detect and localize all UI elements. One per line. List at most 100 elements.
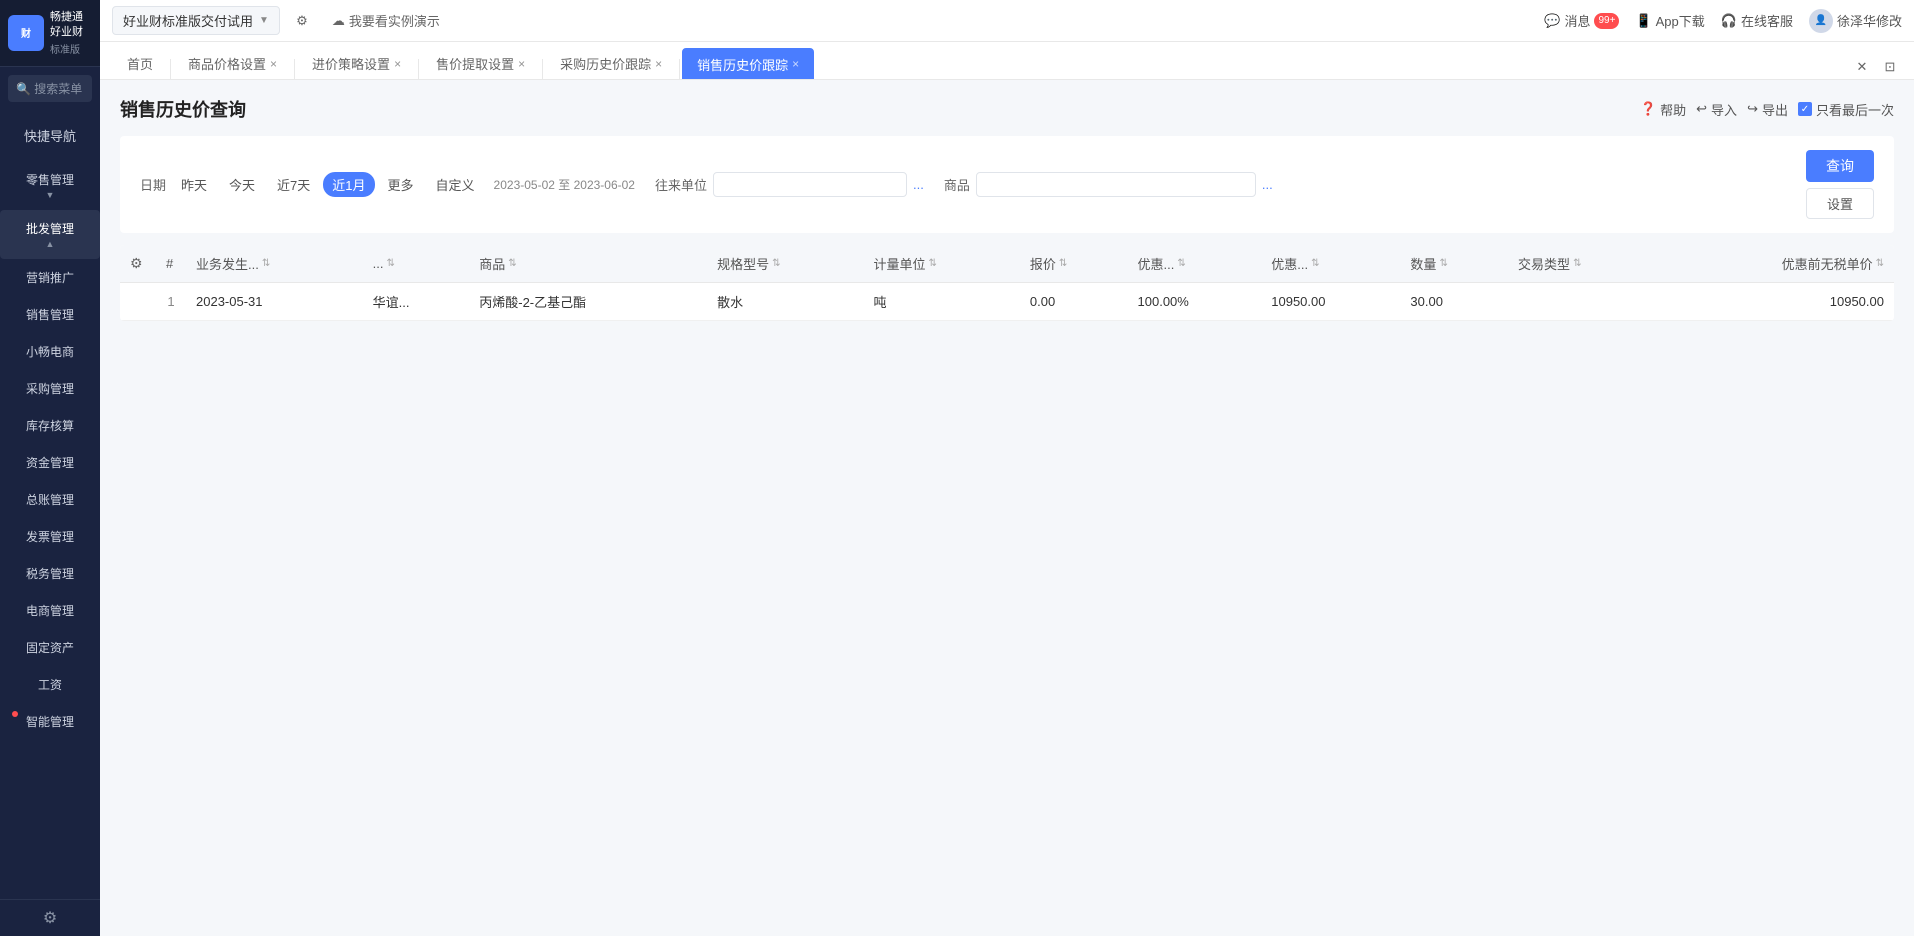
th-spec[interactable]: 规格型号 ⇅: [707, 245, 863, 283]
th-unit[interactable]: 计量单位 ⇅: [864, 245, 1020, 283]
ecommerce-label: 电商管理: [26, 602, 74, 619]
sidebar-item-fixed-assets[interactable]: 固定资产: [0, 629, 100, 666]
tab-purchase-history-close-icon[interactable]: ×: [655, 57, 662, 71]
th-discount-pct-label: 优惠...: [1138, 254, 1175, 273]
only-last-checkbox[interactable]: ✓ 只看最后一次: [1798, 100, 1894, 119]
workspace-selector[interactable]: 好业财标准版交付试用 ▼: [112, 6, 280, 35]
date-opt-today[interactable]: 今天: [220, 172, 264, 197]
th-quantity[interactable]: 数量 ⇅: [1400, 245, 1508, 283]
th-num: #: [156, 245, 186, 283]
topbar: 好业财标准版交付试用 ▼ ⚙ ☁ 我要看实例演示 💬 消息 99+ 📱 App下…: [100, 0, 1914, 42]
tab-separator-2: [294, 59, 295, 79]
sort-icon-pre-tax-price: ⇅: [1876, 258, 1884, 269]
date-opt-last7[interactable]: 近7天: [268, 172, 319, 197]
tab-sales-history[interactable]: 销售历史价跟踪 ×: [682, 48, 814, 80]
tab-purchase-history[interactable]: 采购历史价跟踪 ×: [545, 47, 677, 79]
filter-settings-button[interactable]: 设置: [1806, 188, 1874, 219]
sidebar-settings-button[interactable]: ⚙: [43, 908, 57, 928]
table-settings-icon[interactable]: ⚙: [130, 255, 143, 271]
th-discount-pct[interactable]: 优惠... ⇅: [1128, 245, 1262, 283]
tab-purchase-strategy-close-icon[interactable]: ×: [394, 57, 401, 71]
th-price[interactable]: 报价 ⇅: [1020, 245, 1128, 283]
product-more-button[interactable]: ...: [1262, 177, 1273, 192]
help-icon: ❓: [1640, 101, 1656, 117]
sidebar-item-general-ledger[interactable]: 总账管理: [0, 481, 100, 518]
message-button[interactable]: 💬 消息 99+: [1544, 11, 1619, 30]
th-settings: ⚙: [120, 245, 156, 283]
ecommerce-small-label: 小畅电商: [26, 343, 74, 360]
only-last-label: 只看最后一次: [1816, 100, 1894, 119]
cell-more-cols: 华谊...: [363, 283, 470, 321]
source-unit-more-button[interactable]: ...: [913, 177, 924, 192]
th-discount-val-label: 优惠...: [1271, 254, 1308, 273]
cell-num: 1: [156, 283, 186, 321]
demo-link[interactable]: ☁ 我要看实例演示: [332, 11, 440, 30]
import-button[interactable]: ↩ 导入: [1696, 100, 1737, 119]
sort-icon-discount-val: ⇅: [1311, 258, 1319, 269]
source-unit-input[interactable]: [713, 172, 907, 197]
date-opt-custom[interactable]: 自定义: [427, 172, 484, 197]
tax-label: 税务管理: [26, 565, 74, 582]
date-opt-yesterday[interactable]: 昨天: [172, 172, 216, 197]
app-download-button[interactable]: 📱 App下载: [1635, 11, 1704, 30]
sidebar-item-purchase[interactable]: 采购管理: [0, 370, 100, 407]
th-more-cols[interactable]: ... ⇅: [363, 245, 470, 283]
sidebar-item-retail[interactable]: 零售管理 ▼: [0, 161, 100, 210]
quick-nav-button[interactable]: 快捷导航: [8, 118, 92, 153]
tab-maximize-button[interactable]: ⊡: [1878, 55, 1902, 79]
tab-product-price[interactable]: 商品价格设置 ×: [173, 47, 292, 79]
sort-icon-discount-pct: ⇅: [1177, 258, 1185, 269]
sidebar-item-wholesale[interactable]: 批发管理 ▲: [0, 210, 100, 259]
tab-sale-price-close-icon[interactable]: ×: [518, 57, 525, 71]
sidebar-item-ecommerce-small[interactable]: 小畅电商: [0, 333, 100, 370]
tab-home[interactable]: 首页: [112, 47, 168, 79]
source-unit-label: 往来单位: [655, 175, 707, 194]
topbar-settings-button[interactable]: ⚙: [288, 7, 316, 35]
quick-nav-section: 快捷导航: [0, 110, 100, 161]
date-range-display: 2023-05-02 至 2023-06-02: [494, 176, 635, 193]
sidebar-menu: 零售管理 ▼ 批发管理 ▲ 营销推广 销售管理 小畅电商 采购管理 库存核算 资…: [0, 161, 100, 899]
sidebar-item-marketing[interactable]: 营销推广: [0, 259, 100, 296]
sidebar-item-payroll[interactable]: 工资: [0, 666, 100, 703]
tab-sales-history-label: 销售历史价跟踪: [697, 55, 788, 74]
th-business-date-label: 业务发生...: [196, 254, 259, 273]
sidebar-item-inventory[interactable]: 库存核算: [0, 407, 100, 444]
help-button[interactable]: ❓ 帮助: [1640, 100, 1686, 119]
sidebar-item-sales[interactable]: 销售管理: [0, 296, 100, 333]
date-opt-last1month[interactable]: 近1月: [323, 172, 374, 197]
sidebar-item-invoice[interactable]: 发票管理: [0, 518, 100, 555]
tab-product-price-close-icon[interactable]: ×: [270, 57, 277, 71]
sidebar-item-tax[interactable]: 税务管理: [0, 555, 100, 592]
tab-purchase-strategy[interactable]: 进价策略设置 ×: [297, 47, 416, 79]
date-opt-more[interactable]: 更多: [379, 172, 423, 197]
user-menu-button[interactable]: 👤 徐泽华修改: [1809, 9, 1902, 33]
th-business-date[interactable]: 业务发生... ⇅: [186, 245, 363, 283]
sidebar-item-smart[interactable]: 智能管理: [0, 703, 100, 740]
product-input[interactable]: [976, 172, 1256, 197]
sort-icon-quantity: ⇅: [1439, 258, 1447, 269]
th-product-label: 商品: [479, 254, 505, 273]
tab-sale-price[interactable]: 售价提取设置 ×: [421, 47, 540, 79]
th-product[interactable]: 商品 ⇅: [469, 245, 707, 283]
sidebar-footer: ⚙: [0, 899, 100, 936]
tab-sales-history-close-icon[interactable]: ×: [792, 57, 799, 71]
logo-icon: 财: [8, 15, 44, 51]
page-header: 销售历史价查询 ❓ 帮助 ↩ 导入 ↪ 导出 ✓ 只看最后一次: [120, 96, 1894, 122]
th-pre-tax-price[interactable]: 优惠前无税单价 ⇅: [1664, 245, 1894, 283]
sidebar-item-finance[interactable]: 资金管理: [0, 444, 100, 481]
export-button[interactable]: ↪ 导出: [1747, 100, 1788, 119]
sidebar-item-ecommerce[interactable]: 电商管理: [0, 592, 100, 629]
app-download-label: App下载: [1656, 11, 1705, 30]
search-menu-button[interactable]: 🔍 搜索菜单: [8, 75, 92, 102]
th-transaction-type[interactable]: 交易类型 ⇅: [1508, 245, 1664, 283]
online-service-label: 在线客服: [1741, 11, 1793, 30]
app-name: 畅捷通好业财: [50, 10, 92, 41]
message-label: 消息: [1564, 11, 1590, 30]
query-button[interactable]: 查询: [1806, 150, 1874, 182]
th-discount-val[interactable]: 优惠... ⇅: [1261, 245, 1400, 283]
online-service-button[interactable]: 🎧 在线客服: [1721, 11, 1793, 30]
retail-label: 零售管理: [26, 171, 74, 188]
content-area: 销售历史价查询 ❓ 帮助 ↩ 导入 ↪ 导出 ✓ 只看最后一次: [100, 80, 1914, 936]
import-icon: ↩: [1696, 101, 1707, 117]
tab-close-window-button[interactable]: ✕: [1850, 55, 1874, 79]
